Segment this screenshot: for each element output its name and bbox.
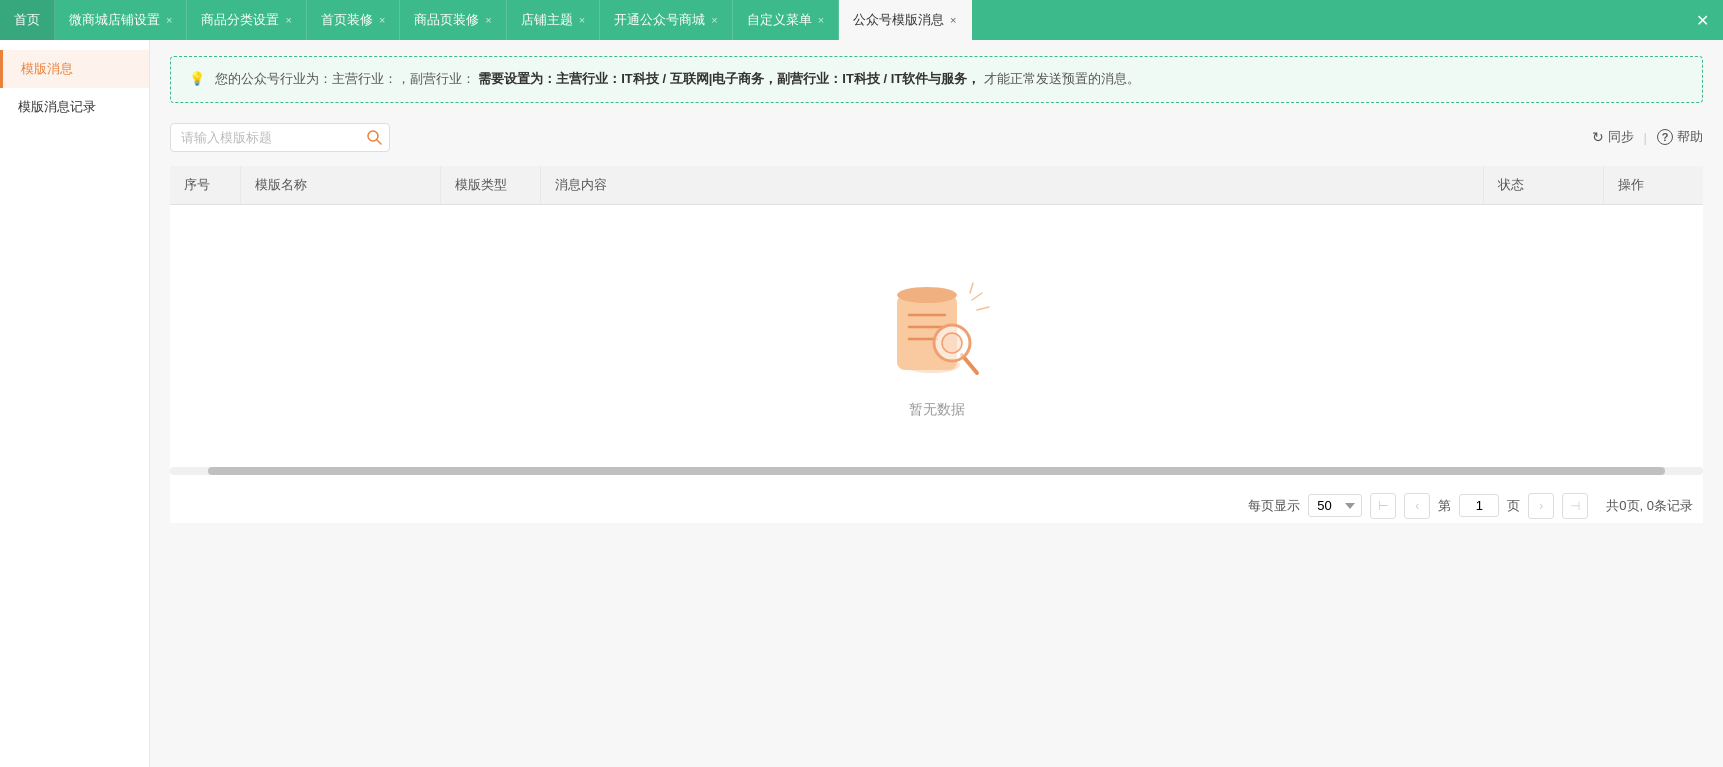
notice-highlight: 需要设置为：主营行业：IT科技 / 互联网|电子商务，副营行业：IT科技 / I… — [478, 71, 980, 86]
nav-close-open-mall[interactable]: × — [711, 14, 717, 26]
nav-item-product-category[interactable]: 商品分类设置 × — [187, 0, 306, 40]
search-input-wrap — [170, 123, 390, 152]
empty-state-icon — [877, 265, 997, 385]
notice-suffix: 才能正常发送预置的消息。 — [984, 71, 1140, 86]
nav-label-custom-menu: 自定义菜单 — [747, 11, 812, 29]
nav-item-custom-menu[interactable]: 自定义菜单 × — [733, 0, 839, 40]
page-prefix: 第 — [1438, 497, 1451, 515]
top-navbar: 首页 微商城店铺设置 × 商品分类设置 × 首页装修 × 商品页装修 × 店铺主… — [0, 0, 1723, 40]
page-suffix: 页 — [1507, 497, 1520, 515]
notice-banner: 💡 您的公众号行业为：主营行业：，副营行业： 需要设置为：主营行业：IT科技 /… — [170, 56, 1703, 103]
nav-label-home: 首页 — [14, 11, 40, 29]
nav-label-template-msg: 公众号模版消息 — [853, 11, 944, 29]
svg-line-1 — [377, 140, 381, 144]
search-bar: ↻ 同步 | ? 帮助 — [170, 123, 1703, 152]
notice-prefix: 您的公众号行业为：主营行业：，副营行业： — [215, 71, 475, 86]
nav-item-shop-theme[interactable]: 店铺主题 × — [507, 0, 600, 40]
col-header-content: 消息内容 — [540, 166, 1483, 205]
nav-label-weishop: 微商城店铺设置 — [69, 11, 160, 29]
nav-label-product-decor: 商品页装修 — [414, 11, 479, 29]
first-page-button[interactable]: ⊢ — [1370, 493, 1396, 519]
svg-point-10 — [942, 333, 962, 353]
svg-line-11 — [972, 293, 982, 300]
col-header-type: 模版类型 — [440, 166, 540, 205]
nav-close-template-msg[interactable]: × — [950, 14, 956, 26]
nav-close-home-decor[interactable]: × — [379, 14, 385, 26]
svg-line-12 — [977, 307, 989, 310]
col-header-name: 模版名称 — [240, 166, 440, 205]
prev-page-button[interactable]: ‹ — [1404, 493, 1430, 519]
search-input[interactable] — [170, 123, 390, 152]
toolbar-right: ↻ 同步 | ? 帮助 — [1592, 128, 1703, 146]
pagination: 每页显示 10 20 50 100 ⊢ ‹ 第 页 › ⊣ 共0页, 0条记录 — [170, 483, 1703, 523]
main-content: 💡 您的公众号行业为：主营行业：，副营行业： 需要设置为：主营行业：IT科技 /… — [150, 40, 1723, 767]
close-all-icon: ✕ — [1696, 11, 1709, 30]
nav-label-open-mall: 开通公众号商城 — [614, 11, 705, 29]
total-label: 共0页, 0条记录 — [1606, 497, 1693, 515]
last-page-button[interactable]: ⊣ — [1562, 493, 1588, 519]
sidebar-label-template-records: 模版消息记录 — [18, 99, 96, 114]
sync-button[interactable]: ↻ 同步 — [1592, 128, 1634, 146]
per-page-select[interactable]: 10 20 50 100 — [1308, 494, 1362, 517]
nav-item-home-decor[interactable]: 首页装修 × — [307, 0, 400, 40]
horizontal-scrollbar[interactable] — [170, 467, 1703, 475]
sidebar-item-template-msg[interactable]: 模版消息 — [0, 50, 149, 88]
nav-label-shop-theme: 店铺主题 — [521, 11, 573, 29]
table-header-row: 序号 模版名称 模版类型 消息内容 状态 操作 — [170, 166, 1703, 205]
sync-label: 同步 — [1608, 128, 1634, 146]
toolbar-divider: | — [1644, 130, 1647, 145]
col-header-action: 操作 — [1603, 166, 1703, 205]
scrollbar-thumb — [208, 467, 1664, 475]
nav-item-product-decor[interactable]: 商品页装修 × — [400, 0, 506, 40]
help-button[interactable]: ? 帮助 — [1657, 128, 1703, 146]
data-table: 序号 模版名称 模版类型 消息内容 状态 操作 — [170, 166, 1703, 459]
nav-label-home-decor: 首页装修 — [321, 11, 373, 29]
nav-close-weishop[interactable]: × — [166, 14, 172, 26]
svg-line-13 — [970, 283, 973, 293]
notice-icon: 💡 — [189, 71, 205, 86]
per-page-label: 每页显示 — [1248, 497, 1300, 515]
nav-label-product-category: 商品分类设置 — [201, 11, 279, 29]
empty-cell: 暂无数据 — [170, 204, 1703, 459]
search-button[interactable] — [367, 130, 382, 145]
nav-item-home[interactable]: 首页 — [0, 0, 55, 40]
empty-state: 暂无数据 — [170, 205, 1703, 459]
col-header-seq: 序号 — [170, 166, 240, 205]
svg-point-4 — [897, 287, 957, 303]
nav-close-custom-menu[interactable]: × — [818, 14, 824, 26]
table-body: 暂无数据 — [170, 204, 1703, 459]
close-all-tabs-button[interactable]: ✕ — [1682, 0, 1723, 40]
help-icon: ? — [1657, 129, 1673, 145]
nav-close-product-decor[interactable]: × — [485, 14, 491, 26]
data-table-container: 序号 模版名称 模版类型 消息内容 状态 操作 — [170, 166, 1703, 523]
sync-icon: ↻ — [1592, 129, 1604, 145]
nav-item-open-mall[interactable]: 开通公众号商城 × — [600, 0, 732, 40]
sidebar-label-template-msg: 模版消息 — [21, 61, 73, 76]
next-page-button[interactable]: › — [1528, 493, 1554, 519]
main-layout: 模版消息 模版消息记录 💡 您的公众号行业为：主营行业：，副营行业： 需要设置为… — [0, 40, 1723, 767]
nav-item-weishop[interactable]: 微商城店铺设置 × — [55, 0, 187, 40]
nav-item-template-msg[interactable]: 公众号模版消息 × — [839, 0, 971, 40]
search-icon — [367, 130, 382, 145]
nav-close-shop-theme[interactable]: × — [579, 14, 585, 26]
page-input[interactable] — [1459, 494, 1499, 517]
help-label: 帮助 — [1677, 128, 1703, 146]
sidebar: 模版消息 模版消息记录 — [0, 40, 150, 767]
col-header-status: 状态 — [1483, 166, 1603, 205]
empty-row: 暂无数据 — [170, 204, 1703, 459]
sidebar-item-template-records[interactable]: 模版消息记录 — [0, 88, 149, 126]
empty-text: 暂无数据 — [909, 401, 965, 419]
nav-close-product-category[interactable]: × — [285, 14, 291, 26]
